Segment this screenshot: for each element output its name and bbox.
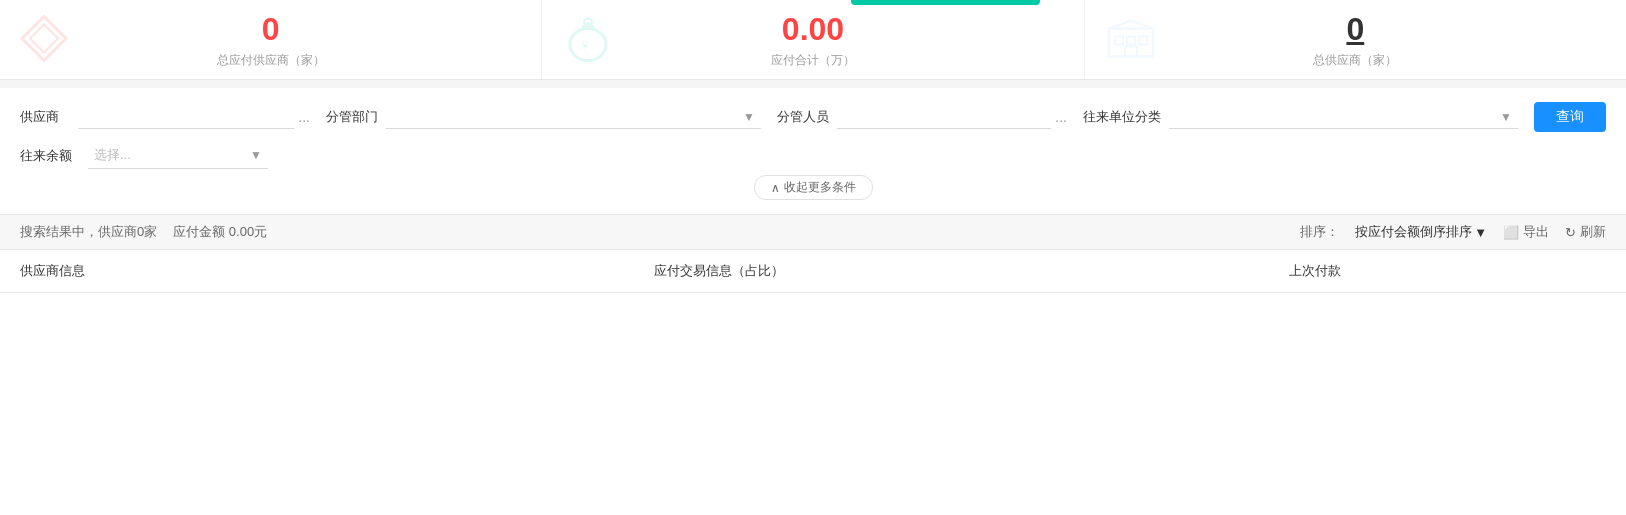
money-bag-icon: ¥ — [562, 12, 614, 64]
collapse-btn[interactable]: ∧ 收起更多条件 — [754, 175, 873, 200]
col-last-payment: 上次付款 — [1289, 262, 1606, 280]
supplier-label: 供应商 — [20, 108, 70, 126]
balance-placeholder: 选择... — [94, 146, 250, 164]
search-row-2: 往来余额 选择... ▼ — [20, 142, 1606, 169]
refresh-icon: ↻ — [1565, 225, 1576, 240]
stat-total-payable-suppliers: 0 总应付供应商（家） — [0, 0, 542, 79]
refresh-label: 刷新 — [1580, 223, 1606, 241]
export-button[interactable]: ⬜ 导出 — [1503, 223, 1549, 241]
diamond-icon — [20, 14, 68, 62]
col-supplier-info: 供应商信息 — [20, 262, 654, 280]
building-icon — [1105, 18, 1157, 58]
result-amount: 应付金额 0.00元 — [173, 223, 267, 241]
result-count: 搜索结果中，供应商0家 — [20, 223, 157, 241]
sort-option-text: 按应付会额倒序排序 — [1355, 223, 1472, 241]
svg-point-2 — [570, 28, 606, 60]
unit-class-label: 往来单位分类 — [1083, 108, 1161, 126]
svg-rect-8 — [1139, 36, 1147, 44]
svg-marker-1 — [30, 24, 58, 52]
export-label: 导出 — [1523, 223, 1549, 241]
sort-label: 排序： — [1300, 223, 1339, 241]
sort-select[interactable]: 按应付会额倒序排序 ▼ — [1355, 223, 1487, 241]
col-transaction-info: 应付交易信息（占比） — [654, 262, 1288, 280]
payable-suppliers-label: 总应付供应商（家） — [217, 52, 325, 69]
search-row-1: 供应商 ... 分管部门 ▼ 分管人员 ... 往来单位分类 ▼ — [20, 102, 1606, 132]
balance-chevron: ▼ — [250, 148, 262, 162]
unit-class-select[interactable]: ▼ — [1169, 106, 1518, 129]
tooltip-bubble: 快速录单的快捷键说明在这里 × — [851, 0, 1040, 5]
shortcut-tooltip: 快速录单的快捷键说明在这里 × — [851, 0, 1138, 5]
unit-class-field: 往来单位分类 ▼ — [1083, 106, 1518, 129]
svg-rect-7 — [1127, 36, 1135, 44]
sort-chevron-icon: ▼ — [1474, 225, 1487, 240]
person-ellipsis[interactable]: ... — [1055, 109, 1067, 125]
person-field: 分管人员 ... — [777, 105, 1067, 129]
supplier-input[interactable] — [78, 105, 294, 129]
search-area: 供应商 ... 分管部门 ▼ 分管人员 ... 往来单位分类 ▼ — [0, 88, 1626, 215]
department-label: 分管部门 — [326, 108, 378, 126]
total-suppliers-label: 总供应商（家） — [1313, 52, 1397, 69]
stat-total-suppliers: 0 总供应商（家） — [1085, 0, 1626, 79]
top-stats-bar: 0 总应付供应商（家） ¥ 0.00 应付合计（万） 快速录单的快捷键说明在这里… — [0, 0, 1626, 80]
query-button[interactable]: 查询 — [1534, 102, 1606, 132]
person-label: 分管人员 — [777, 108, 829, 126]
department-select[interactable]: ▼ — [386, 106, 761, 129]
svg-rect-9 — [1125, 46, 1137, 56]
result-bar-right: 排序： 按应付会额倒序排序 ▼ ⬜ 导出 ↻ 刷新 — [1300, 223, 1606, 241]
balance-select[interactable]: 选择... ▼ — [88, 142, 268, 169]
supplier-field: 供应商 ... — [20, 105, 310, 129]
supplier-ellipsis[interactable]: ... — [298, 109, 310, 125]
refresh-button[interactable]: ↻ 刷新 — [1565, 223, 1606, 241]
tooltip-text: 快速录单的快捷键说明在这里 — [861, 0, 1017, 1]
stat-payable-total: ¥ 0.00 应付合计（万） 快速录单的快捷键说明在这里 × — [542, 0, 1084, 79]
collapse-label: 收起更多条件 — [784, 179, 856, 196]
payable-suppliers-count: 0 — [262, 10, 280, 48]
collapse-section: ∧ 收起更多条件 — [20, 175, 1606, 200]
department-field: 分管部门 ▼ — [326, 106, 761, 129]
department-chevron: ▼ — [743, 110, 755, 124]
payable-total-label: 应付合计（万） — [771, 52, 855, 69]
payable-total-amount: 0.00 — [782, 10, 844, 48]
svg-text:¥: ¥ — [581, 39, 588, 50]
table-header: 供应商信息 应付交易信息（占比） 上次付款 — [0, 250, 1626, 293]
collapse-up-icon: ∧ — [771, 181, 780, 195]
table-area: 供应商信息 应付交易信息（占比） 上次付款 — [0, 250, 1626, 515]
balance-label: 往来余额 — [20, 147, 72, 165]
person-input[interactable] — [837, 105, 1051, 129]
table-body — [0, 293, 1626, 515]
total-suppliers-count: 0 — [1346, 10, 1364, 48]
export-icon: ⬜ — [1503, 225, 1519, 240]
result-bar: 搜索结果中，供应商0家 应付金额 0.00元 排序： 按应付会额倒序排序 ▼ ⬜… — [0, 215, 1626, 250]
unit-class-chevron: ▼ — [1500, 110, 1512, 124]
balance-field: 往来余额 选择... ▼ — [20, 142, 268, 169]
svg-rect-6 — [1115, 36, 1123, 44]
